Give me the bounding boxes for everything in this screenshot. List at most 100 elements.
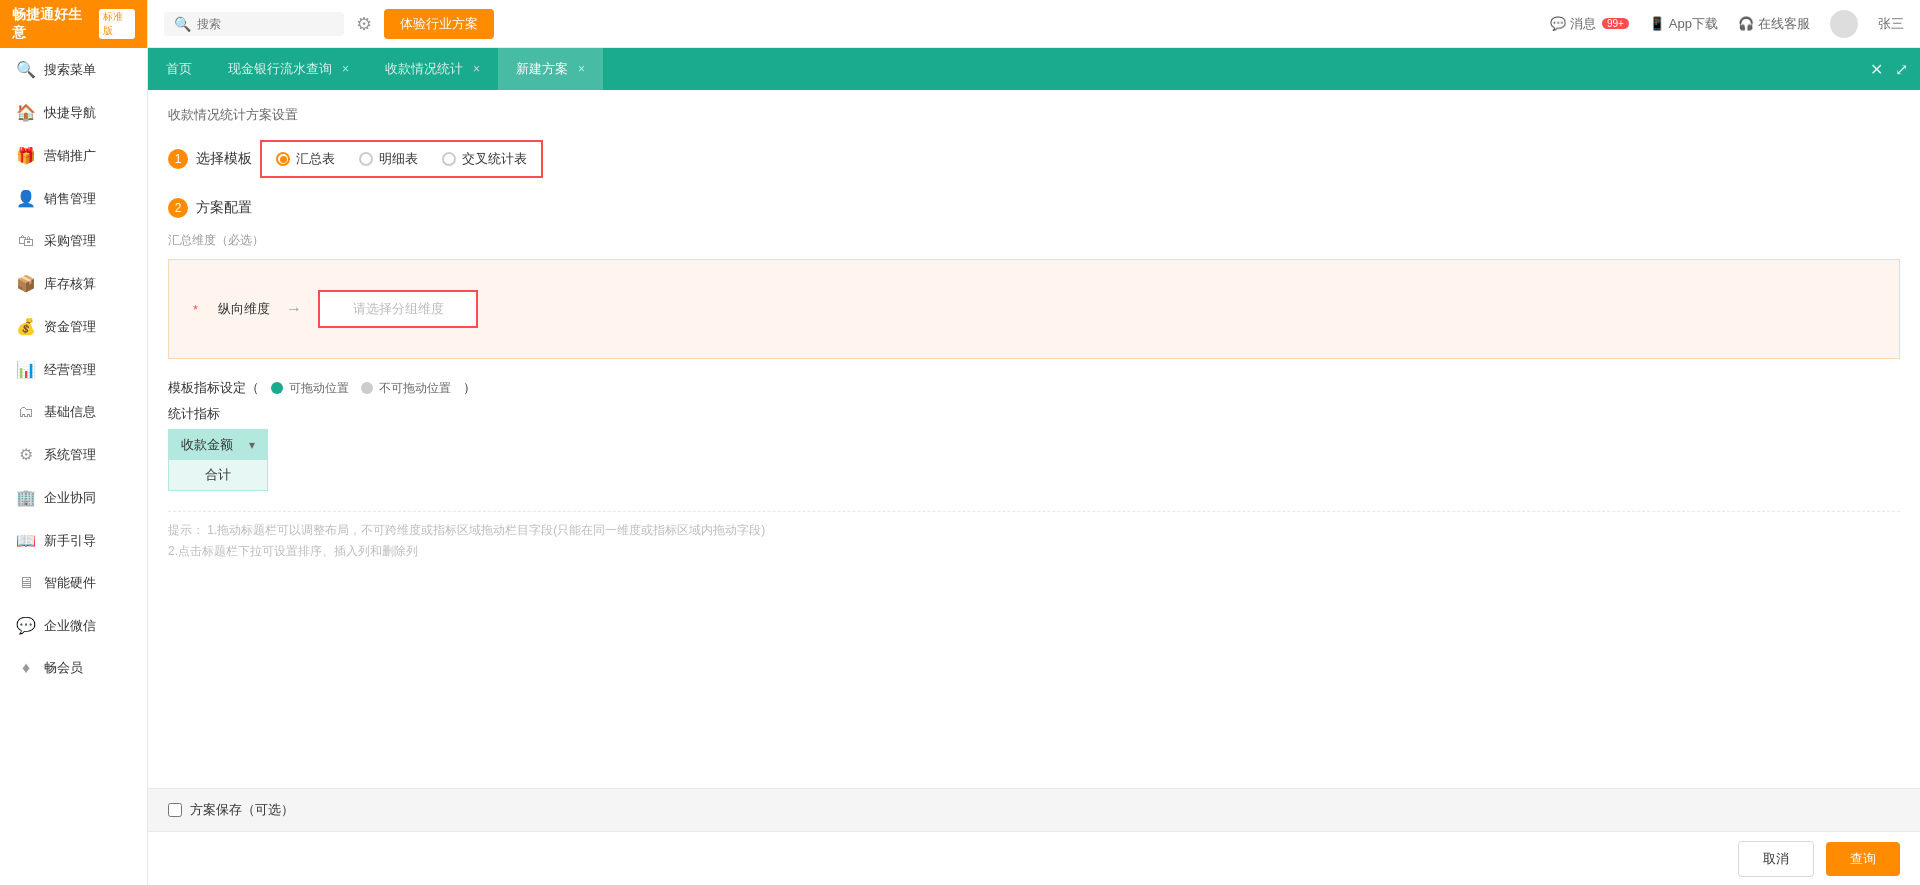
metrics-total-row: 合计 bbox=[169, 460, 267, 490]
sidebar-item-search-menu[interactable]: 🔍 搜索菜单 bbox=[0, 48, 147, 91]
tab-bank-flow-close[interactable]: × bbox=[342, 62, 349, 76]
tab-new-plan-close[interactable]: × bbox=[578, 62, 585, 76]
step2-header: 2 方案配置 bbox=[168, 198, 1900, 218]
cancel-button[interactable]: 取消 bbox=[1738, 841, 1814, 877]
sidebar-item-label: 企业微信 bbox=[44, 617, 96, 635]
search-icon: 🔍 bbox=[174, 16, 191, 32]
sidebar-item-membership[interactable]: ♦ 畅会员 bbox=[0, 647, 147, 689]
query-button[interactable]: 查询 bbox=[1826, 842, 1900, 876]
sidebar-item-quick-nav[interactable]: 🏠 快捷导航 bbox=[0, 91, 147, 134]
tabs-bar: 首页 现金银行流水查询 × 收款情况统计 × 新建方案 × ✕ ⤢ bbox=[148, 48, 1920, 90]
gift-icon: 🎁 bbox=[16, 146, 36, 165]
download-item[interactable]: 📱 App下载 bbox=[1649, 15, 1718, 33]
stat-label: 统计指标 bbox=[168, 405, 268, 423]
save-plan-checkbox[interactable] bbox=[168, 803, 182, 817]
step1-section: 1 选择模板 汇总表 明细表 交叉统计表 bbox=[168, 140, 1900, 178]
notification-badge: 99+ bbox=[1602, 18, 1629, 29]
sidebar-item-label: 快捷导航 bbox=[44, 104, 96, 122]
tip1: 提示： 1.拖动标题栏可以调整布局，不可跨维度或指标区域拖动栏目字段(只能在同一… bbox=[168, 522, 1900, 539]
sales-icon: 👤 bbox=[16, 189, 36, 208]
non-draggable-toggle: 不可拖动位置 bbox=[361, 380, 451, 397]
notification-item[interactable]: 💬 消息 99+ bbox=[1550, 15, 1629, 33]
draggable-label: 可拖动位置 bbox=[289, 380, 349, 397]
tabs-actions: ✕ ⤢ bbox=[1858, 48, 1920, 90]
radio-cross[interactable]: 交叉统计表 bbox=[442, 150, 527, 168]
tab-collection-stats-close[interactable]: × bbox=[473, 62, 480, 76]
content-inner: 收款情况统计方案设置 1 选择模板 汇总表 明细表 bbox=[148, 90, 1920, 788]
sidebar-item-label: 采购管理 bbox=[44, 232, 96, 250]
radio-summary[interactable]: 汇总表 bbox=[276, 150, 335, 168]
step2-number: 2 bbox=[168, 198, 188, 218]
gear-icon[interactable]: ⚙ bbox=[356, 13, 372, 35]
support-label: 在线客服 bbox=[1758, 15, 1810, 33]
topbar-right: 💬 消息 99+ 📱 App下载 🎧 在线客服 张三 bbox=[1550, 10, 1904, 38]
basic-info-icon: 🗂 bbox=[16, 403, 36, 421]
logo-badge: 标准版 bbox=[99, 9, 135, 39]
sidebar-item-label: 库存核算 bbox=[44, 275, 96, 293]
metrics-setting-label: 模板指标设定（ bbox=[168, 379, 259, 397]
radio-detail-label: 明细表 bbox=[379, 150, 418, 168]
sidebar-item-label: 搜索菜单 bbox=[44, 61, 96, 79]
sidebar-item-enterprise-wechat[interactable]: 💬 企业微信 bbox=[0, 604, 147, 647]
chevron-down-icon[interactable]: ▾ bbox=[249, 438, 255, 452]
sidebar-item-sales[interactable]: 👤 销售管理 bbox=[0, 177, 147, 220]
metrics-label-row: 模板指标设定（ 可拖动位置 不可拖动位置 ） bbox=[168, 379, 1900, 397]
save-plan-label: 方案保存（可选） bbox=[190, 801, 294, 819]
metrics-header[interactable]: 收款金额 ▾ bbox=[169, 430, 267, 460]
required-asterisk: * bbox=[193, 302, 198, 317]
content-footer: 方案保存（可选） bbox=[148, 788, 1920, 831]
sidebar-item-label: 销售管理 bbox=[44, 190, 96, 208]
vertical-dim-label: 纵向维度 bbox=[218, 300, 270, 318]
sidebar-item-label: 畅会员 bbox=[44, 659, 83, 677]
dimension-placeholder[interactable]: 请选择分组维度 bbox=[318, 290, 478, 328]
sidebar-item-smart-hardware[interactable]: 🖥 智能硬件 bbox=[0, 562, 147, 604]
sidebar-item-finance[interactable]: 💰 资金管理 bbox=[0, 305, 147, 348]
non-draggable-label: 不可拖动位置 bbox=[379, 380, 451, 397]
step2-title: 方案配置 bbox=[196, 199, 252, 217]
newbie-icon: 📖 bbox=[16, 531, 36, 550]
download-label: App下载 bbox=[1669, 15, 1718, 33]
search-menu-icon: 🔍 bbox=[16, 60, 36, 79]
system-icon: ⚙ bbox=[16, 445, 36, 464]
support-icon: 🎧 bbox=[1738, 16, 1754, 31]
sidebar-item-label: 企业协同 bbox=[44, 489, 96, 507]
tab-bank-flow[interactable]: 现金银行流水查询 × bbox=[210, 48, 367, 90]
finance-icon: 💰 bbox=[16, 317, 36, 336]
maximize-icon[interactable]: ⤢ bbox=[1895, 60, 1908, 79]
home-icon: 🏠 bbox=[16, 103, 36, 122]
support-item[interactable]: 🎧 在线客服 bbox=[1738, 15, 1810, 33]
main-content: 🔍 ⚙ 体验行业方案 💬 消息 99+ 📱 App下载 🎧 在线客服 张三 bbox=[148, 0, 1920, 885]
sidebar-item-label: 智能硬件 bbox=[44, 574, 96, 592]
search-input[interactable] bbox=[197, 17, 327, 31]
radio-summary-circle bbox=[276, 152, 290, 166]
industry-plan-button[interactable]: 体验行业方案 bbox=[384, 9, 494, 39]
search-box[interactable]: 🔍 bbox=[164, 12, 344, 36]
sidebar-item-inventory[interactable]: 📦 库存核算 bbox=[0, 262, 147, 305]
tab-collection-stats[interactable]: 收款情况统计 × bbox=[367, 48, 498, 90]
sidebar-item-management[interactable]: 📊 经营管理 bbox=[0, 348, 147, 391]
radio-cross-label: 交叉统计表 bbox=[462, 150, 527, 168]
radio-detail[interactable]: 明细表 bbox=[359, 150, 418, 168]
close-window-icon[interactable]: ✕ bbox=[1870, 60, 1883, 79]
sidebar-item-purchase[interactable]: 🛍 采购管理 bbox=[0, 220, 147, 262]
membership-icon: ♦ bbox=[16, 659, 36, 677]
tab-home-label: 首页 bbox=[166, 60, 192, 78]
tab-home[interactable]: 首页 bbox=[148, 48, 210, 90]
sidebar-item-enterprise[interactable]: 🏢 企业协同 bbox=[0, 476, 147, 519]
sidebar: 畅捷通好生意 标准版 🔍 搜索菜单 🏠 快捷导航 🎁 营销推广 👤 销售管理 🛍… bbox=[0, 0, 148, 885]
non-draggable-dot bbox=[361, 382, 373, 394]
tab-new-plan[interactable]: 新建方案 × bbox=[498, 48, 603, 90]
sidebar-item-newbie[interactable]: 📖 新手引导 bbox=[0, 519, 147, 562]
action-bar: 取消 查询 bbox=[148, 831, 1920, 885]
notification-label: 消息 bbox=[1570, 15, 1596, 33]
draggable-dot bbox=[271, 382, 283, 394]
radio-summary-label: 汇总表 bbox=[296, 150, 335, 168]
metrics-container: 统计指标 收款金额 ▾ 合计 bbox=[168, 405, 1900, 491]
sidebar-item-system[interactable]: ⚙ 系统管理 bbox=[0, 433, 147, 476]
sidebar-item-label: 新手引导 bbox=[44, 532, 96, 550]
avatar[interactable] bbox=[1830, 10, 1858, 38]
sidebar-item-basic-info[interactable]: 🗂 基础信息 bbox=[0, 391, 147, 433]
wechat-icon: 💬 bbox=[16, 616, 36, 635]
sidebar-item-marketing[interactable]: 🎁 营销推广 bbox=[0, 134, 147, 177]
inventory-icon: 📦 bbox=[16, 274, 36, 293]
